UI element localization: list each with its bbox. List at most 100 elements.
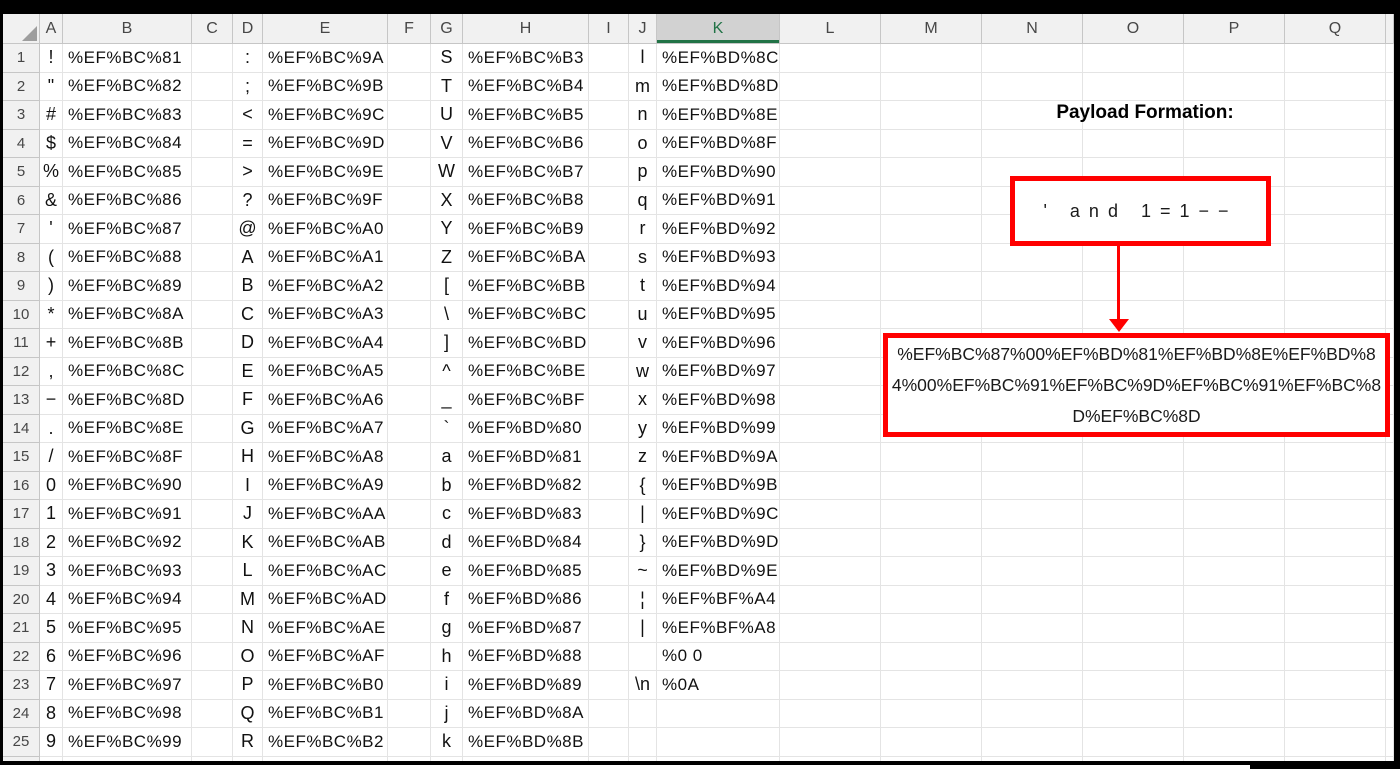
cell-a22[interactable]: 6 (40, 642, 63, 671)
cell-o17[interactable] (1083, 500, 1184, 529)
cell-c2[interactable] (192, 72, 233, 101)
cell-k5[interactable]: %EF%BD%90 (657, 158, 780, 187)
cell-n25[interactable] (982, 728, 1083, 757)
cell-b10[interactable]: %EF%BC%8A (63, 300, 192, 329)
cell-g22[interactable]: h (431, 642, 463, 671)
cell-f25[interactable] (388, 728, 431, 757)
cell-j5[interactable]: p (629, 158, 657, 187)
cell-q10[interactable] (1285, 300, 1386, 329)
cell-q15[interactable] (1285, 443, 1386, 472)
cell-k22[interactable]: %0 0 (657, 642, 780, 671)
cell-h8[interactable]: %EF%BC%BA (463, 243, 589, 272)
cell-g6[interactable]: X (431, 186, 463, 215)
cell-f2[interactable] (388, 72, 431, 101)
cell-e3[interactable]: %EF%BC%9C (263, 101, 388, 130)
cell-m26[interactable] (881, 756, 982, 761)
cell-k16[interactable]: %EF%BD%9B (657, 471, 780, 500)
cell-l9[interactable] (780, 272, 881, 301)
cell-g16[interactable]: b (431, 471, 463, 500)
cell-n16[interactable] (982, 471, 1083, 500)
cell-f19[interactable] (388, 557, 431, 586)
cell-k17[interactable]: %EF%BD%9C (657, 500, 780, 529)
cell-d19[interactable]: L (233, 557, 263, 586)
cell-i17[interactable] (589, 500, 629, 529)
cell-k2[interactable]: %EF%BD%8D (657, 72, 780, 101)
cell-o24[interactable] (1083, 699, 1184, 728)
cell-g24[interactable]: j (431, 699, 463, 728)
cell-e7[interactable]: %EF%BC%A0 (263, 215, 388, 244)
cell-f7[interactable] (388, 215, 431, 244)
row-header-16[interactable]: 16 (3, 471, 40, 500)
cell-h14[interactable]: %EF%BD%80 (463, 414, 589, 443)
cell-f13[interactable] (388, 386, 431, 415)
cell-q17[interactable] (1285, 500, 1386, 529)
cell-o25[interactable] (1083, 728, 1184, 757)
cell-h15[interactable]: %EF%BD%81 (463, 443, 589, 472)
column-header-p[interactable]: P (1184, 14, 1285, 44)
cell-b25[interactable]: %EF%BC%99 (63, 728, 192, 757)
cell-a26[interactable] (40, 756, 63, 761)
cell-d3[interactable]: < (233, 101, 263, 130)
cell-l2[interactable] (780, 72, 881, 101)
cell-p25[interactable] (1184, 728, 1285, 757)
cell-d4[interactable]: = (233, 129, 263, 158)
cell-e26[interactable] (263, 756, 388, 761)
payload-plain-box[interactable]: ' and 1=1−− (1010, 176, 1271, 246)
cell-c15[interactable] (192, 443, 233, 472)
cell-i8[interactable] (589, 243, 629, 272)
cell-i13[interactable] (589, 386, 629, 415)
cell-p21[interactable] (1184, 614, 1285, 643)
cell-c1[interactable] (192, 44, 233, 73)
cell-q16[interactable] (1285, 471, 1386, 500)
cell-d11[interactable]: D (233, 329, 263, 358)
cell-d5[interactable]: > (233, 158, 263, 187)
cell-e20[interactable]: %EF%BC%AD (263, 585, 388, 614)
column-header-f[interactable]: F (388, 14, 431, 44)
column-header-q[interactable]: Q (1285, 14, 1386, 44)
cell-i11[interactable] (589, 329, 629, 358)
cell-l12[interactable] (780, 357, 881, 386)
cell-d14[interactable]: G (233, 414, 263, 443)
cell-i20[interactable] (589, 585, 629, 614)
cell-a5[interactable]: % (40, 158, 63, 187)
cell-d10[interactable]: C (233, 300, 263, 329)
row-header-26[interactable] (3, 756, 40, 761)
cell-k8[interactable]: %EF%BD%93 (657, 243, 780, 272)
cell-c11[interactable] (192, 329, 233, 358)
cell-q18[interactable] (1285, 528, 1386, 557)
cell-f21[interactable] (388, 614, 431, 643)
cell-j9[interactable]: t (629, 272, 657, 301)
cell-j4[interactable]: o (629, 129, 657, 158)
cell-p18[interactable] (1184, 528, 1285, 557)
cell-g4[interactable]: V (431, 129, 463, 158)
cell-f26[interactable] (388, 756, 431, 761)
cell-j1[interactable]: l (629, 44, 657, 73)
cell-a8[interactable]: ( (40, 243, 63, 272)
cell-f14[interactable] (388, 414, 431, 443)
cell-a21[interactable]: 5 (40, 614, 63, 643)
cell-c25[interactable] (192, 728, 233, 757)
cell-e21[interactable]: %EF%BC%AE (263, 614, 388, 643)
cell-d15[interactable]: H (233, 443, 263, 472)
cell-f6[interactable] (388, 186, 431, 215)
cell-b17[interactable]: %EF%BC%91 (63, 500, 192, 529)
column-header-l[interactable]: L (780, 14, 881, 44)
row-header-11[interactable]: 11 (3, 329, 40, 358)
cell-l19[interactable] (780, 557, 881, 586)
cell-e18[interactable]: %EF%BC%AB (263, 528, 388, 557)
cell-c18[interactable] (192, 528, 233, 557)
cell-b8[interactable]: %EF%BC%88 (63, 243, 192, 272)
cell-m18[interactable] (881, 528, 982, 557)
cell-a14[interactable]: . (40, 414, 63, 443)
cell-j19[interactable]: ~ (629, 557, 657, 586)
cell-a18[interactable]: 2 (40, 528, 63, 557)
cell-l26[interactable] (780, 756, 881, 761)
cell-b19[interactable]: %EF%BC%93 (63, 557, 192, 586)
cell-b22[interactable]: %EF%BC%96 (63, 642, 192, 671)
column-header-h[interactable]: H (463, 14, 589, 44)
column-header-j[interactable]: J (629, 14, 657, 44)
cell-q3[interactable] (1285, 101, 1386, 130)
cell-c10[interactable] (192, 300, 233, 329)
row-header-2[interactable]: 2 (3, 72, 40, 101)
cell-h7[interactable]: %EF%BC%B9 (463, 215, 589, 244)
